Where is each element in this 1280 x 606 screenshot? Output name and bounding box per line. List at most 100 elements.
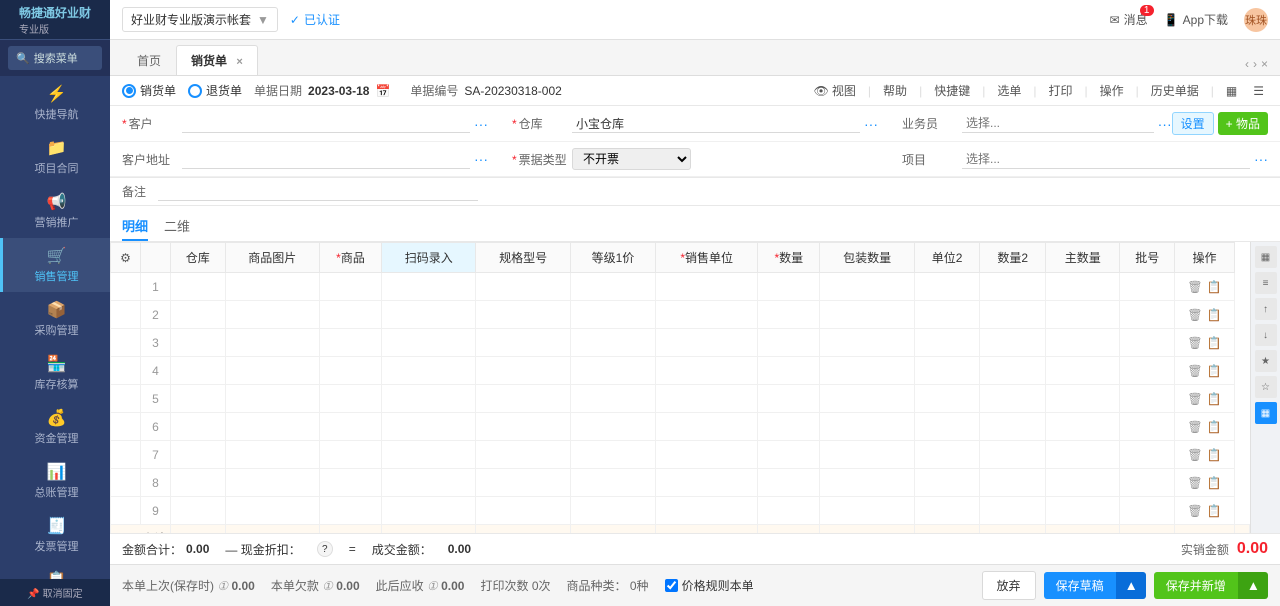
data-cell[interactable] — [1046, 329, 1120, 357]
data-cell[interactable] — [656, 273, 758, 301]
data-cell[interactable] — [1046, 357, 1120, 385]
copy-row-icon[interactable]: 📋 — [1207, 308, 1222, 322]
tab-close-all-icon[interactable]: × — [1261, 57, 1268, 71]
copy-row-icon[interactable]: 📋 — [1207, 364, 1222, 378]
address-input[interactable] — [182, 150, 470, 169]
data-cell[interactable] — [382, 301, 476, 329]
tab-sales-order[interactable]: 销货单 × — [176, 45, 258, 75]
data-cell[interactable] — [1120, 413, 1175, 441]
view-btn[interactable]: 👁 视图 — [810, 80, 860, 101]
data-cell[interactable] — [382, 441, 476, 469]
data-cell[interactable] — [476, 357, 570, 385]
layout-grid-icon[interactable]: ▦ — [1222, 82, 1241, 100]
data-cell[interactable] — [171, 385, 226, 413]
tab-next-icon[interactable]: › — [1253, 57, 1257, 71]
right-btn-4[interactable]: ↓ — [1255, 324, 1277, 346]
data-cell[interactable] — [570, 469, 655, 497]
data-cell[interactable] — [1046, 441, 1120, 469]
data-cell[interactable] — [656, 329, 758, 357]
data-cell[interactable] — [171, 441, 226, 469]
save-new-arrow[interactable]: ▲ — [1238, 572, 1268, 599]
col-main-qty[interactable]: 主数量 — [1046, 243, 1120, 273]
notes-input[interactable] — [158, 182, 478, 201]
data-cell[interactable] — [1120, 357, 1175, 385]
sidebar-item-invoice[interactable]: 🧾 发票管理 — [0, 508, 110, 562]
delete-row-icon[interactable]: 🗑 — [1187, 392, 1202, 406]
col-goods[interactable]: *商品 — [319, 243, 381, 273]
save-new-main[interactable]: 保存并新增 — [1154, 572, 1238, 599]
col-pkg-qty[interactable]: 包装数量 — [820, 243, 914, 273]
tab-prev-icon[interactable]: ‹ — [1245, 57, 1249, 71]
data-cell[interactable] — [476, 497, 570, 525]
shortcut-btn[interactable]: 快捷键 — [930, 80, 974, 101]
message-button[interactable]: ✉ 消息 1 — [1110, 11, 1148, 28]
copy-row-icon[interactable]: 📋 — [1207, 392, 1222, 406]
sidebar-item-tax[interactable]: 📋 税务管理 — [0, 562, 110, 579]
delete-row-icon[interactable]: 🗑 — [1187, 308, 1202, 322]
col-qty2[interactable]: 数量2 — [980, 243, 1046, 273]
sidebar-item-fund[interactable]: 💰 资金管理 — [0, 400, 110, 454]
copy-row-icon[interactable]: 📋 — [1207, 504, 1222, 518]
data-cell[interactable] — [570, 273, 655, 301]
data-cell[interactable] — [980, 273, 1046, 301]
unpin-button[interactable]: 📌 取消固定 — [0, 579, 110, 606]
data-cell[interactable] — [914, 357, 980, 385]
data-cell[interactable] — [1120, 497, 1175, 525]
warehouse-input[interactable] — [572, 114, 860, 133]
data-cell[interactable] — [758, 357, 820, 385]
data-cell[interactable] — [476, 273, 570, 301]
data-cell[interactable] — [476, 301, 570, 329]
data-cell[interactable] — [980, 497, 1046, 525]
warehouse-picker-icon[interactable]: ··· — [864, 116, 878, 132]
data-cell[interactable] — [319, 497, 381, 525]
select-btn[interactable]: 选单 — [993, 80, 1025, 101]
data-cell[interactable] — [758, 301, 820, 329]
data-cell[interactable] — [319, 385, 381, 413]
data-cell[interactable] — [225, 497, 319, 525]
data-cell[interactable] — [980, 469, 1046, 497]
data-cell[interactable] — [758, 273, 820, 301]
delete-row-icon[interactable]: 🗑 — [1187, 504, 1202, 518]
sidebar-item-purchase[interactable]: 📦 采购管理 — [0, 292, 110, 346]
data-cell[interactable] — [914, 497, 980, 525]
calendar-icon[interactable]: 📅 — [375, 84, 390, 98]
tab-detail[interactable]: 明细 — [122, 212, 148, 241]
data-cell[interactable] — [319, 273, 381, 301]
data-cell[interactable] — [476, 385, 570, 413]
data-cell[interactable] — [980, 385, 1046, 413]
data-cell[interactable] — [225, 273, 319, 301]
sidebar-item-quick-nav[interactable]: ⚡ 快捷导航 — [0, 76, 110, 130]
data-cell[interactable] — [914, 301, 980, 329]
data-cell[interactable] — [656, 497, 758, 525]
data-cell[interactable] — [1120, 469, 1175, 497]
data-cell[interactable] — [1046, 385, 1120, 413]
data-cell[interactable] — [171, 469, 226, 497]
data-cell[interactable] — [820, 497, 914, 525]
customer-input[interactable] — [182, 114, 470, 133]
data-cell[interactable] — [225, 301, 319, 329]
data-cell[interactable] — [820, 441, 914, 469]
operation-btn[interactable]: 操作 — [1096, 80, 1128, 101]
data-cell[interactable] — [758, 497, 820, 525]
data-cell[interactable] — [1120, 441, 1175, 469]
tab-home[interactable]: 首页 — [122, 45, 176, 75]
data-cell[interactable] — [225, 357, 319, 385]
data-cell[interactable] — [319, 469, 381, 497]
data-cell[interactable] — [382, 497, 476, 525]
invoice-select[interactable]: 不开票 增值税普通发票 增值税专用发票 — [572, 148, 691, 170]
data-cell[interactable] — [656, 441, 758, 469]
data-cell[interactable] — [820, 413, 914, 441]
save-draft-arrow[interactable]: ▲ — [1116, 572, 1146, 599]
data-cell[interactable] — [319, 301, 381, 329]
customer-picker-icon[interactable]: ··· — [474, 116, 488, 132]
data-cell[interactable] — [382, 469, 476, 497]
sidebar-item-sales[interactable]: 🛒 销售管理 — [0, 238, 110, 292]
sidebar-item-account[interactable]: 📊 总账管理 — [0, 454, 110, 508]
data-cell[interactable] — [980, 329, 1046, 357]
data-cell[interactable] — [1120, 385, 1175, 413]
right-btn-7[interactable]: ▦ — [1255, 402, 1277, 424]
copy-row-icon[interactable]: 📋 — [1207, 336, 1222, 350]
data-cell[interactable] — [319, 357, 381, 385]
delete-row-icon[interactable]: 🗑 — [1187, 336, 1202, 350]
history-btn[interactable]: 历史单据 — [1147, 80, 1203, 101]
